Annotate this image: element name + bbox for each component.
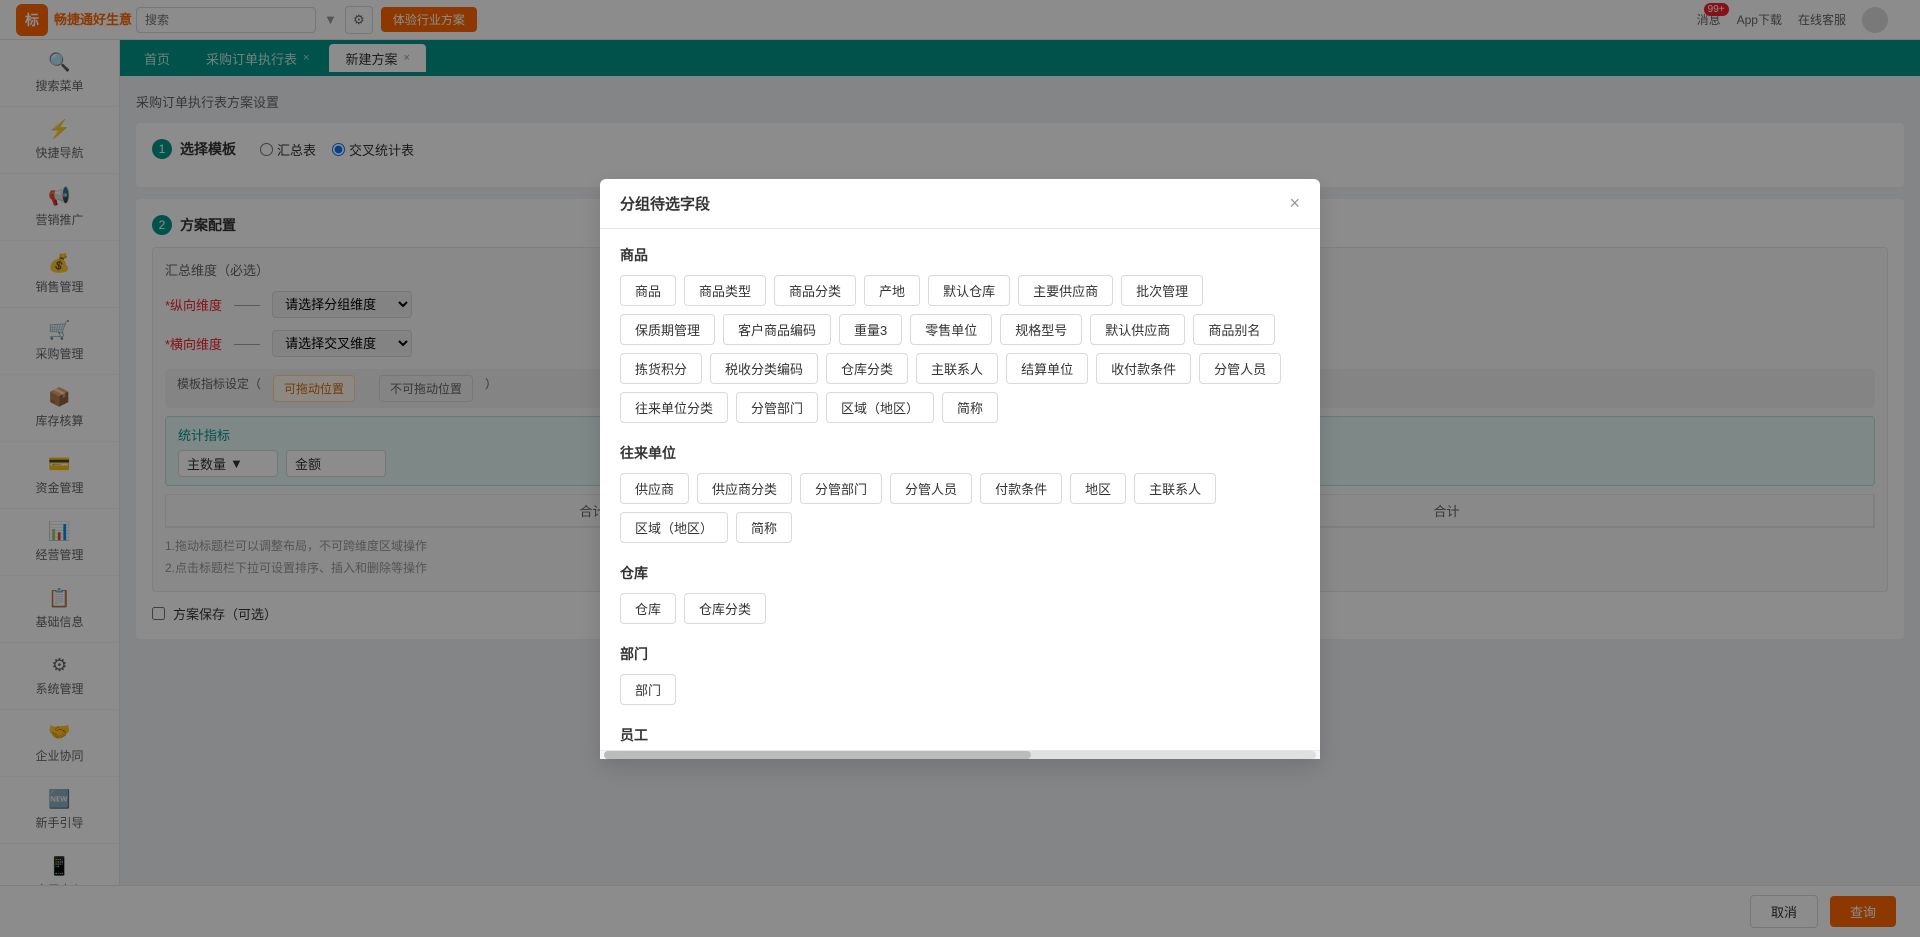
- section-partner: 往来单位 供应商 供应商分类 分管部门 分管人员 付款条件 地区 主联系人 区域…: [620, 443, 1300, 543]
- chip-product-category[interactable]: 商品分类: [774, 275, 856, 306]
- chip-main-contact[interactable]: 主联系人: [916, 353, 998, 384]
- chip-warehouse-category[interactable]: 仓库分类: [826, 353, 908, 384]
- chip-product[interactable]: 商品: [620, 275, 676, 306]
- modal-overlay[interactable]: 分组待选字段 × 商品 商品 商品类型 商品分类 产地 默认仓库 主要供应商 批…: [0, 0, 1920, 937]
- modal-header: 分组待选字段 ×: [600, 179, 1320, 229]
- chip-product-type[interactable]: 商品类型: [684, 275, 766, 306]
- section-partner-title: 往来单位: [620, 443, 1300, 463]
- modal-hscrollbar[interactable]: [600, 750, 1320, 759]
- chip-partner-category[interactable]: 往来单位分类: [620, 392, 728, 423]
- chip-tax-code[interactable]: 税收分类编码: [710, 353, 818, 384]
- section-warehouse: 仓库 仓库 仓库分类: [620, 563, 1300, 624]
- modal-close-button[interactable]: ×: [1289, 193, 1300, 214]
- chip-warehouse-cat[interactable]: 仓库分类: [684, 593, 766, 624]
- section-employee: 员工 业务员: [620, 725, 1300, 750]
- field-select-modal: 分组待选字段 × 商品 商品 商品类型 商品分类 产地 默认仓库 主要供应商 批…: [600, 179, 1320, 759]
- chip-batch-mgmt[interactable]: 批次管理: [1121, 275, 1203, 306]
- modal-title: 分组待选字段: [620, 193, 710, 214]
- chip-spec-model[interactable]: 规格型号: [1000, 314, 1082, 345]
- chip-supplier-category[interactable]: 供应商分类: [697, 473, 792, 504]
- section-product: 商品 商品 商品类型 商品分类 产地 默认仓库 主要供应商 批次管理 保质期管理…: [620, 245, 1300, 423]
- chip-dept[interactable]: 部门: [620, 674, 676, 705]
- chip-dept-supervisor[interactable]: 分管部门: [736, 392, 818, 423]
- chip-default-warehouse[interactable]: 默认仓库: [928, 275, 1010, 306]
- chip-region2-partner[interactable]: 区域（地区）: [620, 512, 728, 543]
- chip-warehouse[interactable]: 仓库: [620, 593, 676, 624]
- chip-payment-terms[interactable]: 收付款条件: [1096, 353, 1191, 384]
- chip-retail-unit[interactable]: 零售单位: [910, 314, 992, 345]
- chip-customer-code[interactable]: 客户商品编码: [723, 314, 831, 345]
- modal-body: 商品 商品 商品类型 商品分类 产地 默认仓库 主要供应商 批次管理 保质期管理…: [600, 229, 1320, 750]
- section-partner-chips: 供应商 供应商分类 分管部门 分管人员 付款条件 地区 主联系人 区域（地区） …: [620, 473, 1300, 543]
- section-dept-title: 部门: [620, 644, 1300, 664]
- section-dept-chips: 部门: [620, 674, 1300, 705]
- chip-main-supplier[interactable]: 主要供应商: [1018, 275, 1113, 306]
- hscroll-thumb[interactable]: [604, 751, 1031, 759]
- chip-dept-partner[interactable]: 分管部门: [800, 473, 882, 504]
- section-product-title: 商品: [620, 245, 1300, 265]
- chip-supervisor-partner[interactable]: 分管人员: [890, 473, 972, 504]
- chip-shelf-life[interactable]: 保质期管理: [620, 314, 715, 345]
- chip-short-name-partner[interactable]: 简称: [736, 512, 792, 543]
- chip-product-alias[interactable]: 商品别名: [1193, 314, 1275, 345]
- chip-region-product[interactable]: 区域（地区）: [826, 392, 934, 423]
- chip-payment-terms-partner[interactable]: 付款条件: [980, 473, 1062, 504]
- chip-weight[interactable]: 重量3: [839, 314, 902, 345]
- chip-main-contact-partner[interactable]: 主联系人: [1134, 473, 1216, 504]
- section-dept: 部门 部门: [620, 644, 1300, 705]
- chip-supervisor[interactable]: 分管人员: [1199, 353, 1281, 384]
- chip-short-name-product[interactable]: 简称: [942, 392, 998, 423]
- chip-region-partner[interactable]: 地区: [1070, 473, 1126, 504]
- chip-supplier[interactable]: 供应商: [620, 473, 689, 504]
- section-warehouse-title: 仓库: [620, 563, 1300, 583]
- hscroll-track: [604, 751, 1316, 759]
- section-warehouse-chips: 仓库 仓库分类: [620, 593, 1300, 624]
- chip-pick-points[interactable]: 拣货积分: [620, 353, 702, 384]
- chip-settlement-unit[interactable]: 结算单位: [1006, 353, 1088, 384]
- section-employee-title: 员工: [620, 725, 1300, 745]
- section-product-chips: 商品 商品类型 商品分类 产地 默认仓库 主要供应商 批次管理 保质期管理 客户…: [620, 275, 1300, 423]
- chip-origin[interactable]: 产地: [864, 275, 920, 306]
- chip-default-supplier[interactable]: 默认供应商: [1090, 314, 1185, 345]
